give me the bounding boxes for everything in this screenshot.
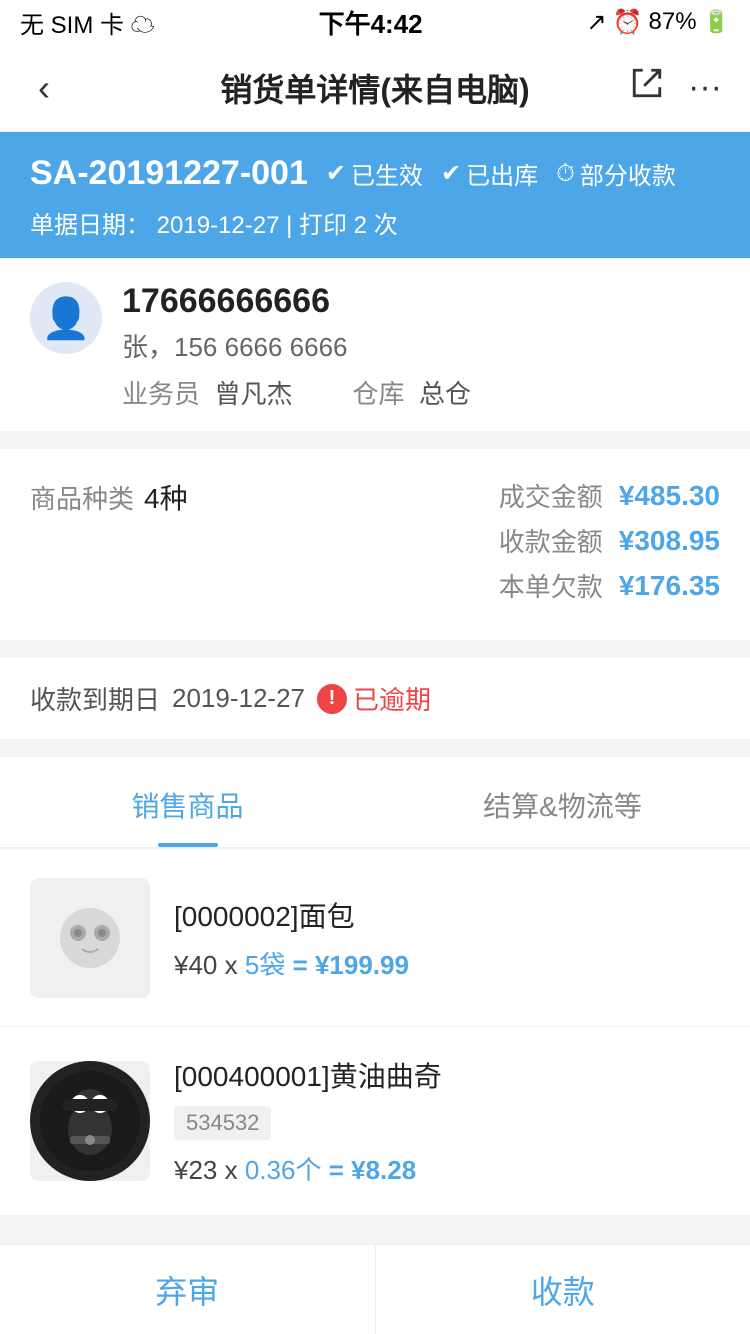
check-icon-1: ✔ (326, 159, 346, 188)
summary-left: 商品种类 4种 (30, 477, 188, 517)
status-left: 无 SIM 卡 ☁ (20, 5, 155, 40)
tab-settlement[interactable]: 结算&物流等 (375, 757, 750, 847)
product-price-2: ¥23 x 0.36个 = ¥8.28 (174, 1150, 720, 1187)
order-date-row: 单据日期： 2019-12-27 | 打印 2 次 (30, 205, 720, 240)
warehouse-value: 总仓 (419, 379, 471, 409)
overdue-text: 已逾期 (353, 680, 431, 717)
product-item: [0000002]面包 ¥40 x 5袋 = ¥199.99 (0, 850, 750, 1027)
total-1: = ¥199.99 (293, 950, 409, 980)
due-date: 2019-12-27 (172, 683, 305, 714)
collect-payment-label: 收款 (531, 1267, 595, 1313)
abandon-review-label: 弃审 (155, 1267, 219, 1313)
amount-label: 成交金额 (499, 477, 603, 514)
date-label: 单据日期： (30, 212, 150, 239)
product-price-1: ¥40 x 5袋 = ¥199.99 (174, 945, 720, 982)
summary-right: 成交金额 ¥485.30 收款金额 ¥308.95 本单欠款 ¥176.35 (499, 477, 720, 612)
abandon-review-button[interactable]: 弃审 (0, 1245, 376, 1334)
collect-payment-button[interactable]: 收款 (376, 1245, 750, 1334)
battery-status: 87% (649, 8, 697, 36)
due-label: 收款到期日 (30, 680, 160, 717)
owed-value: ¥176.35 (619, 570, 720, 602)
bottom-bar: 弃审 收款 (0, 1244, 750, 1334)
price-base-2: ¥23 (174, 1155, 217, 1185)
share-icon[interactable] (630, 66, 664, 109)
quantity-2: 0.36个 (245, 1155, 322, 1185)
status-bar: 无 SIM 卡 ☁ 下午4:42 ↗ ⏰ 87% 🔋 (0, 0, 750, 44)
owed-label: 本单欠款 (499, 567, 603, 604)
amount-row: 成交金额 ¥485.30 (499, 477, 720, 514)
products-section: [0000002]面包 ¥40 x 5袋 = ¥199.99 (0, 850, 750, 1216)
received-value: ¥308.95 (619, 525, 720, 557)
check-icon-2: ✔ (441, 159, 461, 188)
price-base-1: ¥40 (174, 950, 217, 980)
owl-logo (30, 1061, 150, 1181)
order-date: 2019-12-27 (157, 212, 280, 239)
status-time: 下午4:42 (319, 4, 423, 41)
quantity-1: 5袋 (245, 950, 285, 980)
product-tag-2: 534532 (174, 1106, 271, 1140)
product-thumb-2 (30, 1061, 150, 1181)
tab-sales-products[interactable]: 销售商品 (0, 757, 375, 847)
customer-info: 17666666666 张，156 6666 6666 业务员 曾凡杰 仓库 总… (122, 282, 720, 411)
badge-partial: ⏱ 部分收款 (556, 156, 676, 191)
page-title: 销货单详情(来自电脑) (220, 65, 529, 111)
back-button[interactable]: ‹ (28, 57, 60, 119)
types-value: 4种 (144, 477, 188, 517)
owed-row: 本单欠款 ¥176.35 (499, 567, 720, 604)
amount-value: ¥485.30 (619, 480, 720, 512)
battery-icon: 🔋 (703, 9, 730, 35)
badge-effective: ✔ 已生效 (326, 156, 423, 191)
product-types: 商品种类 4种 (30, 477, 188, 517)
received-label: 收款金额 (499, 522, 603, 559)
customer-phone: 张，156 6666 6666 (122, 327, 720, 364)
product-thumb-1 (30, 878, 150, 998)
clock-icon: ⏱ (556, 160, 575, 188)
summary-section: 商品种类 4种 成交金额 ¥485.30 收款金额 ¥308.95 本单欠款 ¥… (0, 449, 750, 640)
more-icon[interactable]: ··· (688, 68, 722, 107)
types-label: 商品种类 (30, 479, 134, 516)
order-header: SA-20191227-001 ✔ 已生效 ✔ 已出库 ⏱ 部分收款 单据日期：… (0, 132, 750, 258)
total-2: = ¥8.28 (329, 1155, 416, 1185)
location-icon: ↗ (587, 8, 607, 37)
print-info: | 打印 2 次 (286, 212, 398, 239)
product-info-2: [000400001]黄油曲奇 534532 ¥23 x 0.36个 = ¥8.… (174, 1055, 720, 1187)
multiply-1: x (225, 950, 245, 980)
product-name-2: [000400001]黄油曲奇 (174, 1055, 720, 1095)
sales-value: 曾凡杰 (214, 379, 292, 409)
sales-label: 业务员 曾凡杰 (122, 374, 292, 411)
order-id: SA-20191227-001 (30, 154, 308, 193)
customer-name: 17666666666 (122, 282, 720, 321)
nav-bar: ‹ 销货单详情(来自电脑) ··· (0, 44, 750, 132)
overdue-icon: ! (317, 684, 347, 714)
sim-status: 无 SIM 卡 ☁ (20, 5, 155, 40)
product-name-1: [0000002]面包 (174, 895, 720, 935)
product-item-2: [000400001]黄油曲奇 534532 ¥23 x 0.36个 = ¥8.… (0, 1027, 750, 1216)
due-section: 收款到期日 2019-12-27 ! 已逾期 (0, 658, 750, 739)
customer-meta: 业务员 曾凡杰 仓库 总仓 (122, 374, 720, 411)
status-right: ↗ ⏰ 87% 🔋 (587, 8, 730, 37)
avatar: 👤 (30, 282, 102, 354)
product-info-1: [0000002]面包 ¥40 x 5袋 = ¥199.99 (174, 895, 720, 982)
person-icon: 👤 (41, 295, 91, 342)
tabs-section: 销售商品 结算&物流等 (0, 757, 750, 848)
alarm-icon: ⏰ (613, 8, 643, 37)
overdue-badge: ! 已逾期 (317, 680, 431, 717)
badge-shipped: ✔ 已出库 (441, 156, 538, 191)
warehouse-label: 仓库 总仓 (352, 374, 470, 411)
multiply-2: x (225, 1155, 245, 1185)
customer-section: 👤 17666666666 张，156 6666 6666 业务员 曾凡杰 仓库… (0, 258, 750, 431)
nav-actions: ··· (630, 66, 722, 109)
received-row: 收款金额 ¥308.95 (499, 522, 720, 559)
